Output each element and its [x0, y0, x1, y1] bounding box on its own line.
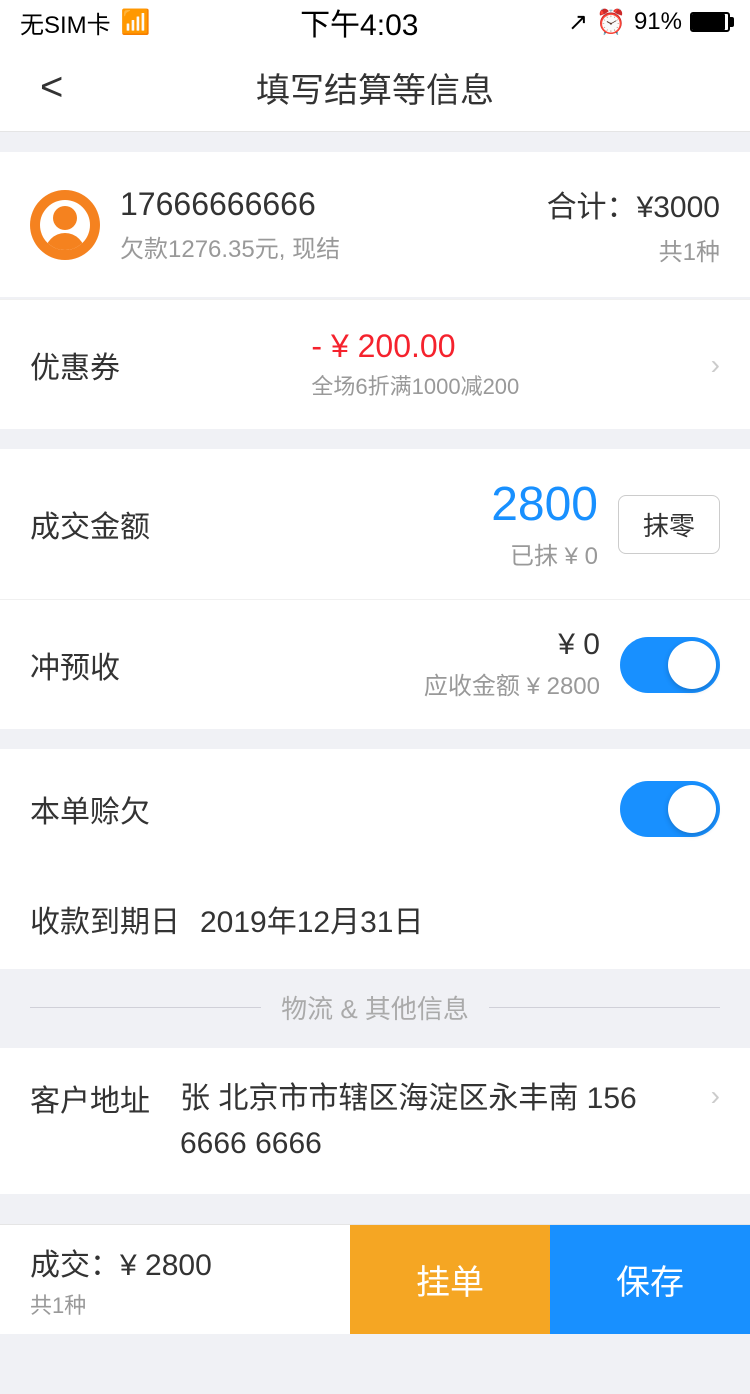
- save-button[interactable]: 保存: [550, 1225, 750, 1334]
- round-zero-button[interactable]: 抹零: [618, 495, 720, 554]
- coupon-label: 优惠券: [30, 343, 120, 387]
- toggle-knob: [668, 641, 716, 689]
- deal-amount-value-group: 2800 已抹 ¥ 0: [491, 477, 598, 571]
- customer-card: 17666666666 欠款1276.35元, 现结 合计：¥3000 共1种: [0, 152, 750, 297]
- total-amount: 合计：¥3000: [547, 182, 720, 226]
- carrier-text: 无SIM卡: [20, 5, 111, 40]
- coupon-row[interactable]: 优惠券 - ¥ 200.00 全场6折满1000减200 ›: [0, 299, 750, 429]
- coupon-right: - ¥ 200.00 全场6折满1000减200: [311, 328, 519, 401]
- avatar-head: [53, 206, 77, 230]
- bendan-section: 本单赊欠 收款到期日 2019年12月31日: [0, 749, 750, 969]
- bendan-toggle[interactable]: [620, 781, 720, 837]
- coupon-discount: - ¥ 200.00: [311, 328, 519, 365]
- back-button[interactable]: <: [30, 55, 73, 120]
- chongyu-amount: ¥ 0: [424, 628, 600, 662]
- chongyu-toggle[interactable]: [620, 637, 720, 693]
- address-label: 客户地址: [30, 1076, 150, 1120]
- logistics-label: 物流 & 其他信息: [281, 989, 469, 1026]
- avatar: [30, 190, 100, 260]
- due-date-value: 2019年12月31日: [200, 897, 423, 941]
- due-date-row: 收款到期日 2019年12月31日: [0, 869, 750, 969]
- battery-percent: 91%: [634, 8, 682, 36]
- avatar-body: [45, 233, 85, 250]
- battery-icon: [690, 12, 730, 32]
- address-chevron-icon: ›: [711, 1080, 720, 1112]
- chongyu-row: 冲预收 ¥ 0 应收金额 ¥ 2800: [0, 600, 750, 729]
- customer-subtext: 欠款1276.35元, 现结: [120, 229, 340, 264]
- deal-amount-right: 2800 已抹 ¥ 0 抹零: [491, 477, 720, 571]
- bottom-deal-amount: ¥ 2800: [120, 1249, 212, 1282]
- sep-line-right: [489, 1007, 720, 1008]
- address-row[interactable]: 客户地址 张 北京市市辖区海淀区永丰南 156 6666 6666 ›: [0, 1048, 750, 1194]
- sep-line-left: [30, 1007, 261, 1008]
- bendan-row: 本单赊欠: [0, 749, 750, 869]
- status-right: ↗ ⏰ 91%: [568, 8, 730, 37]
- bottom-summary: 成交：¥ 2800 共1种: [0, 1225, 350, 1334]
- customer-phone: 17666666666: [120, 186, 340, 223]
- pending-button[interactable]: 挂单: [350, 1225, 550, 1334]
- nav-title: 填写结算等信息: [256, 63, 494, 112]
- chongyu-label: 冲预收: [30, 643, 120, 687]
- card-left: 17666666666 欠款1276.35元, 现结: [30, 186, 340, 264]
- section-divider-1: [0, 429, 750, 449]
- status-time: 下午4:03: [300, 0, 418, 44]
- logistics-separator: 物流 & 其他信息: [0, 969, 750, 1046]
- address-value: 张 北京市市辖区海淀区永丰南 156 6666 6666: [180, 1076, 711, 1166]
- deal-amount-row: 成交金额 2800 已抹 ¥ 0 抹零: [0, 449, 750, 600]
- alarm-icon: ⏰: [596, 8, 626, 37]
- chongyu-right-group: ¥ 0 应收金额 ¥ 2800: [424, 628, 720, 701]
- bottom-count: 共1种: [30, 1288, 320, 1320]
- status-bar: 无SIM卡 📶 下午4:03 ↗ ⏰ 91%: [0, 0, 750, 44]
- bendan-toggle-knob: [668, 785, 716, 833]
- address-section: 客户地址 张 北京市市辖区海淀区永丰南 156 6666 6666 ›: [0, 1048, 750, 1194]
- bottom-deal-text: 成交：¥ 2800: [30, 1240, 320, 1284]
- chongyu-desc: 应收金额 ¥ 2800: [424, 666, 600, 701]
- deal-amount-section: 成交金额 2800 已抹 ¥ 0 抹零 冲预收 ¥ 0 应收金额 ¥ 2800: [0, 449, 750, 729]
- coupon-desc: 全场6折满1000减200: [311, 369, 519, 401]
- due-date-label: 收款到期日: [30, 897, 180, 941]
- nav-bar: < 填写结算等信息: [0, 44, 750, 132]
- chongyu-amount-group: ¥ 0 应收金额 ¥ 2800: [424, 628, 600, 701]
- total-count: 共1种: [547, 232, 720, 267]
- wifi-icon: 📶: [121, 8, 151, 37]
- deal-amount-sub: 已抹 ¥ 0: [491, 536, 598, 571]
- location-icon: ↗: [568, 8, 588, 37]
- deal-amount-label: 成交金额: [30, 502, 150, 546]
- deal-amount-value: 2800: [491, 477, 598, 532]
- card-total-area: 合计：¥3000 共1种: [547, 182, 720, 267]
- coupon-chevron-icon: ›: [711, 349, 720, 381]
- section-divider-2: [0, 729, 750, 749]
- card-info: 17666666666 欠款1276.35元, 现结: [120, 186, 340, 264]
- status-left: 无SIM卡 📶: [20, 5, 151, 40]
- bendan-label: 本单赊欠: [30, 787, 150, 831]
- avatar-inner: [40, 200, 90, 250]
- bottom-bar: 成交：¥ 2800 共1种 挂单 保存: [0, 1224, 750, 1334]
